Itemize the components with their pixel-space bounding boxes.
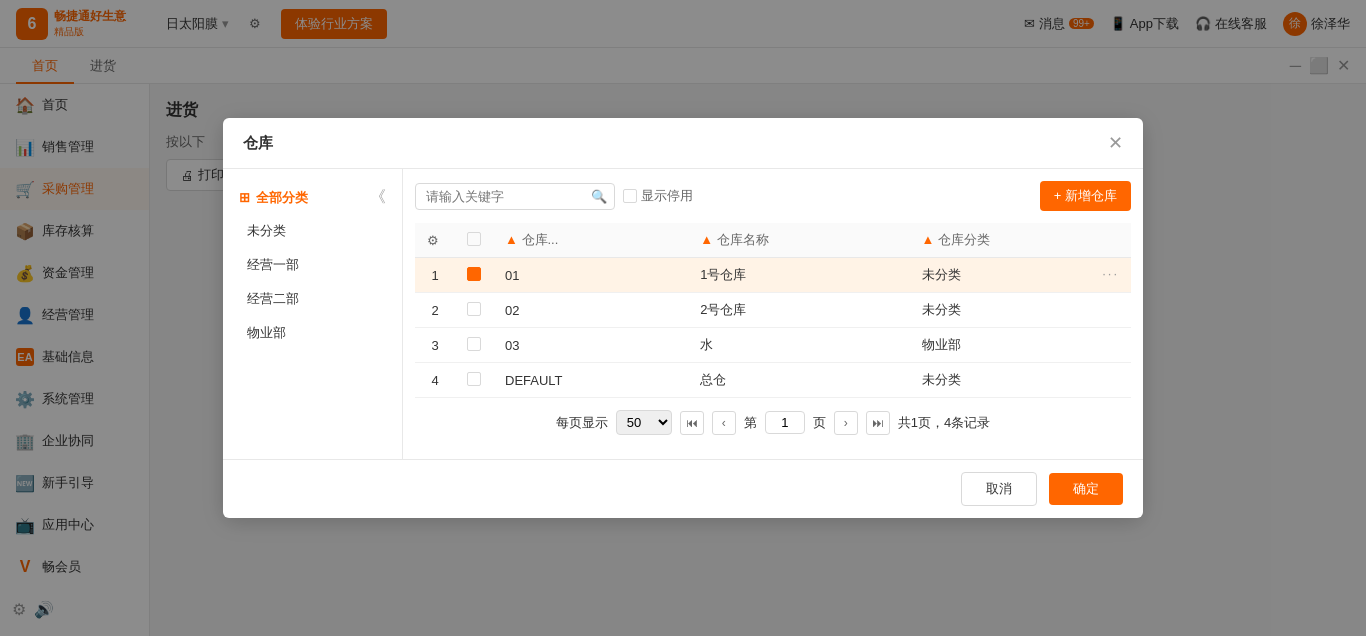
td-code: 01 xyxy=(493,258,688,293)
category-all-header[interactable]: ⊞ 全部分类 《 xyxy=(223,181,402,214)
table-row[interactable]: 1 01 1号仓库 未分类··· xyxy=(415,258,1131,293)
pagination: 每页显示 50 20 100 ⏮ ‹ 第 页 › ⏭ 共1页，4条记录 xyxy=(415,398,1131,447)
modal-footer: 取消 确定 xyxy=(223,459,1143,518)
td-num: 3 xyxy=(415,328,455,363)
td-category: 物业部 xyxy=(910,328,1131,363)
confirm-button[interactable]: 确定 xyxy=(1049,473,1123,505)
td-code: 03 xyxy=(493,328,688,363)
page-next-button[interactable]: › xyxy=(834,411,858,435)
th-code: ▲ 仓库... xyxy=(493,223,688,258)
td-category: 未分类 xyxy=(910,293,1131,328)
table-row[interactable]: 3 03 水 物业部 xyxy=(415,328,1131,363)
table-panel: 🔍 显示停用 + 新增仓库 ⚙ xyxy=(403,169,1143,459)
show-disabled-checkbox[interactable]: 显示停用 xyxy=(623,187,693,205)
row-checkbox[interactable] xyxy=(467,267,481,281)
more-button[interactable]: ··· xyxy=(1102,266,1119,281)
td-code: 02 xyxy=(493,293,688,328)
disabled-checkbox[interactable] xyxy=(623,189,637,203)
sort-icon-category: ▲ xyxy=(922,232,935,247)
table-row[interactable]: 2 02 2号仓库 未分类 xyxy=(415,293,1131,328)
search-input[interactable] xyxy=(415,183,615,210)
page-number-input[interactable] xyxy=(765,411,805,434)
td-name: 总仓 xyxy=(688,363,909,398)
td-num: 1 xyxy=(415,258,455,293)
td-category: 未分类 xyxy=(910,363,1131,398)
gear-icon: ⚙ xyxy=(427,233,439,248)
row-checkbox[interactable] xyxy=(467,302,481,316)
per-page-select[interactable]: 50 20 100 xyxy=(616,410,672,435)
category-item-dept1[interactable]: 经营一部 xyxy=(223,248,402,282)
td-checkbox[interactable] xyxy=(455,363,493,398)
collapse-icon[interactable]: 《 xyxy=(370,187,386,208)
warehouse-table: ⚙ ▲ 仓库... ▲ 仓库名称 xyxy=(415,223,1131,398)
th-name: ▲ 仓库名称 xyxy=(688,223,909,258)
td-num: 2 xyxy=(415,293,455,328)
category-item-property[interactable]: 物业部 xyxy=(223,316,402,350)
sort-icon-code: ▲ xyxy=(505,232,518,247)
sort-icon-name: ▲ xyxy=(700,232,713,247)
modal-title: 仓库 xyxy=(243,134,273,153)
table-row[interactable]: 4 DEFAULT 总仓 未分类 xyxy=(415,363,1131,398)
search-icon[interactable]: 🔍 xyxy=(591,189,607,204)
cancel-button[interactable]: 取消 xyxy=(961,472,1037,506)
td-name: 水 xyxy=(688,328,909,363)
th-checkbox xyxy=(455,223,493,258)
add-warehouse-button[interactable]: + 新增仓库 xyxy=(1040,181,1131,211)
page-first-button[interactable]: ⏮ xyxy=(680,411,704,435)
modal-overlay: 仓库 ✕ ⊞ 全部分类 《 未分类 经营一部 经营二部 物业部 xyxy=(0,0,1366,636)
category-panel: ⊞ 全部分类 《 未分类 经营一部 经营二部 物业部 xyxy=(223,169,403,459)
search-wrap: 🔍 xyxy=(415,183,615,210)
row-checkbox[interactable] xyxy=(467,337,481,351)
modal-header: 仓库 ✕ xyxy=(223,118,1143,169)
modal-body: ⊞ 全部分类 《 未分类 经营一部 经营二部 物业部 🔍 xyxy=(223,169,1143,459)
grid-icon: ⊞ xyxy=(239,190,250,205)
category-item-dept2[interactable]: 经营二部 xyxy=(223,282,402,316)
page-last-button[interactable]: ⏭ xyxy=(866,411,890,435)
category-all-label: ⊞ 全部分类 xyxy=(239,189,308,207)
td-checkbox[interactable] xyxy=(455,293,493,328)
td-num: 4 xyxy=(415,363,455,398)
modal-close-button[interactable]: ✕ xyxy=(1108,132,1123,154)
table-header-row: ⚙ ▲ 仓库... ▲ 仓库名称 xyxy=(415,223,1131,258)
header-checkbox[interactable] xyxy=(467,232,481,246)
th-category: ▲ 仓库分类 xyxy=(910,223,1131,258)
td-checkbox[interactable] xyxy=(455,328,493,363)
td-name: 2号仓库 xyxy=(688,293,909,328)
td-checkbox[interactable] xyxy=(455,258,493,293)
td-code: DEFAULT xyxy=(493,363,688,398)
page-prev-button[interactable]: ‹ xyxy=(712,411,736,435)
th-settings: ⚙ xyxy=(415,223,455,258)
table-container: ⚙ ▲ 仓库... ▲ 仓库名称 xyxy=(415,223,1131,398)
td-category: 未分类··· xyxy=(910,258,1131,293)
warehouse-modal: 仓库 ✕ ⊞ 全部分类 《 未分类 经营一部 经营二部 物业部 xyxy=(223,118,1143,518)
table-toolbar: 🔍 显示停用 + 新增仓库 xyxy=(415,181,1131,211)
td-name: 1号仓库 xyxy=(688,258,909,293)
row-checkbox[interactable] xyxy=(467,372,481,386)
category-item-uncategorized[interactable]: 未分类 xyxy=(223,214,402,248)
